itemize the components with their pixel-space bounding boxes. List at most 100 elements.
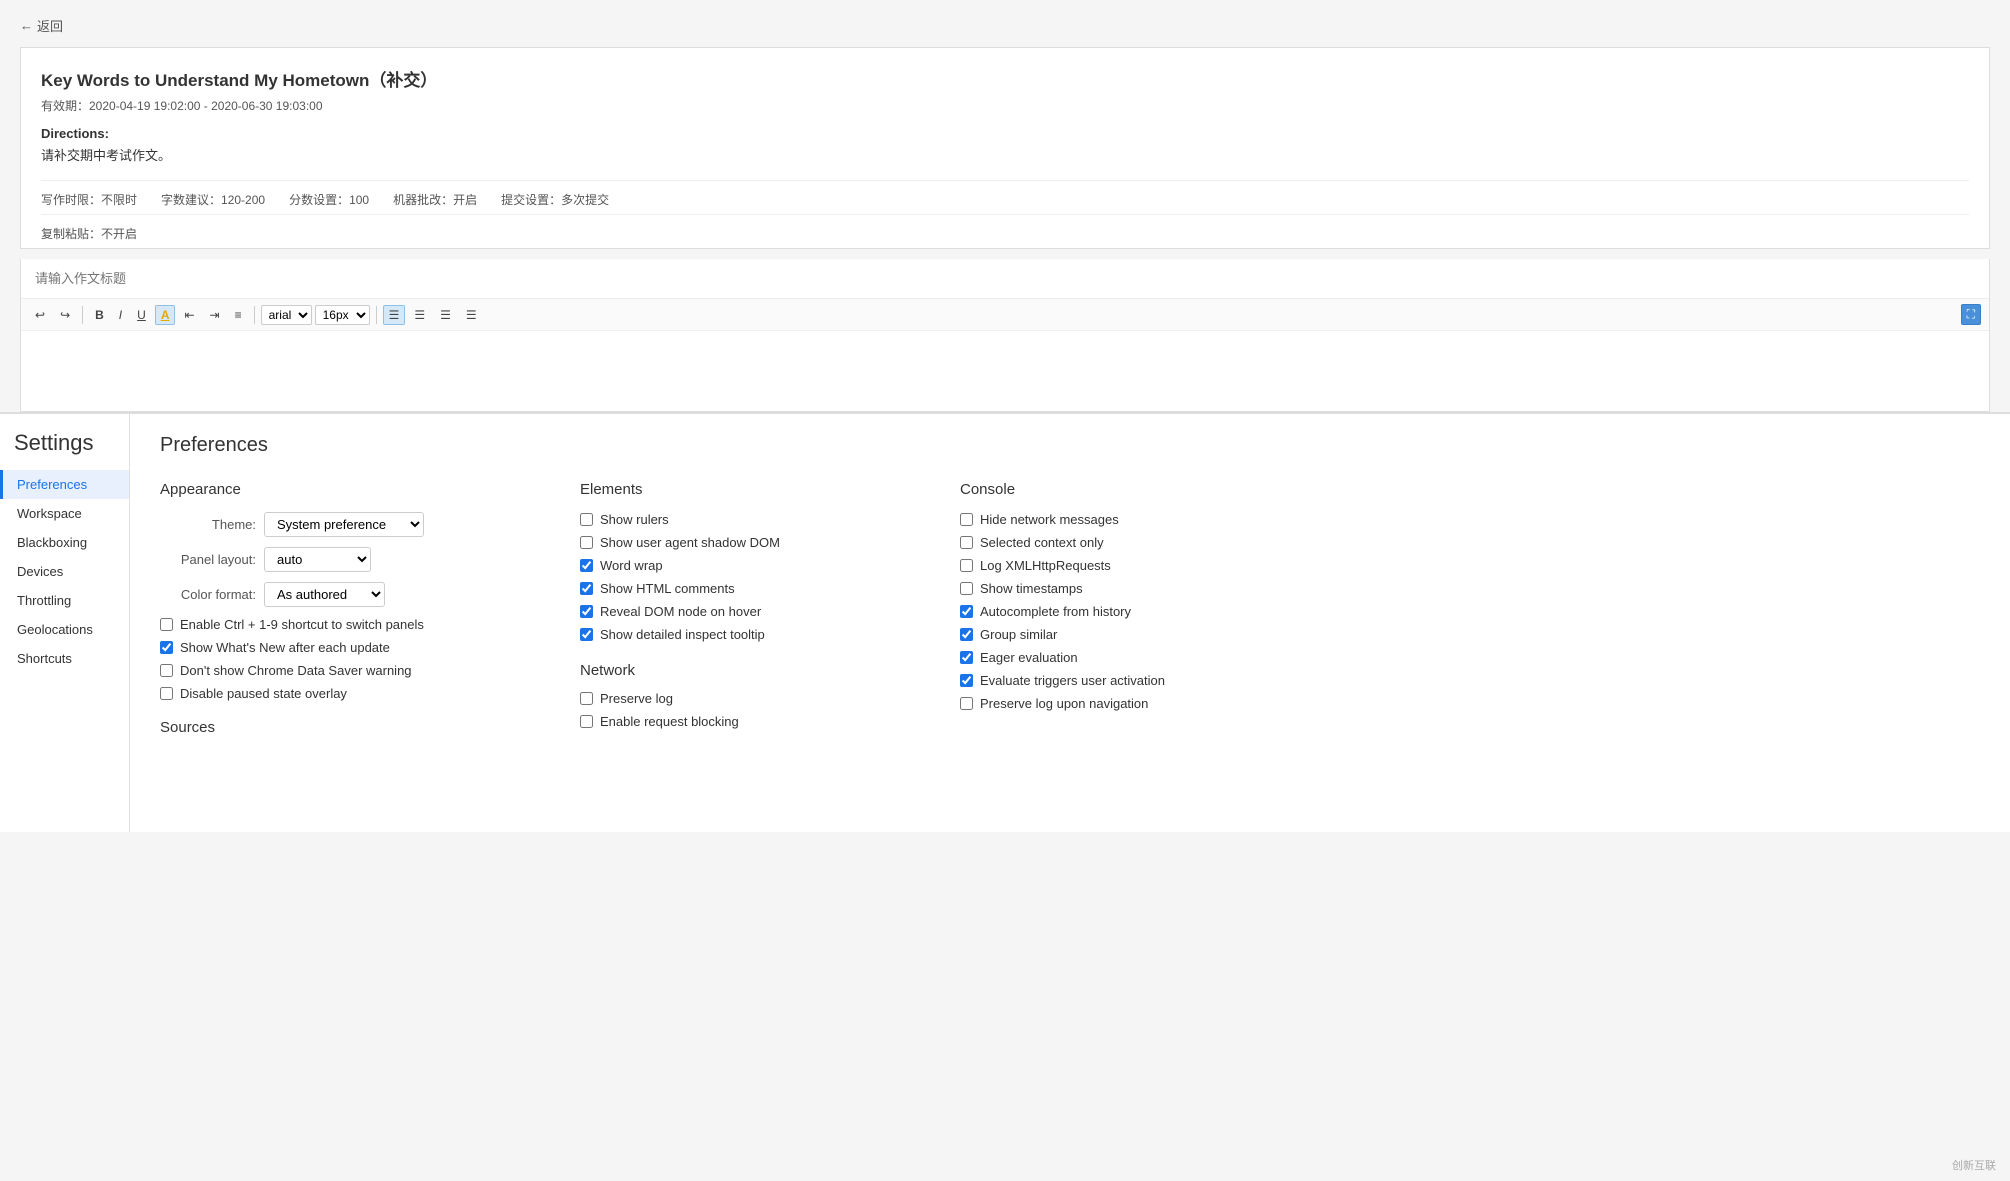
group-similar-checkbox[interactable]	[960, 628, 973, 641]
eval-triggers-label: Evaluate triggers user activation	[980, 673, 1165, 688]
meta-machine: 机器批改：开启	[393, 191, 477, 208]
appearance-title: Appearance	[160, 481, 540, 498]
sidebar-item-workspace[interactable]: Workspace	[0, 499, 129, 528]
back-link[interactable]: ← 返回	[0, 10, 2010, 41]
align-left-button[interactable]: ☰	[383, 305, 406, 325]
show-rulers-label: Show rulers	[600, 512, 669, 527]
panel-layout-select[interactable]: auto horizontal vertical	[264, 547, 371, 572]
appearance-col: Appearance Theme: System preference Ligh…	[160, 477, 580, 737]
reveal-dom-checkbox[interactable]	[580, 605, 593, 618]
panel-layout-row: Panel layout: auto horizontal vertical	[160, 547, 540, 572]
autocomplete-label: Autocomplete from history	[980, 604, 1131, 619]
fullscreen-button[interactable]: ⛶	[1961, 304, 1981, 325]
assignment-meta: 写作时限：不限时 字数建议：120-200 分数设置：100 机器批改：开启 提…	[41, 180, 1969, 214]
ctrl-shortcut-checkbox[interactable]	[160, 618, 173, 631]
data-saver-checkbox[interactable]	[160, 664, 173, 677]
whats-new-checkbox[interactable]	[160, 641, 173, 654]
indent-dec-button[interactable]: ⇤	[178, 305, 200, 325]
cb-preserve-log: Preserve log	[580, 691, 920, 706]
align-right-button[interactable]: ☰	[434, 305, 457, 325]
elements-col: Elements Show rulers Show user agent sha…	[580, 477, 960, 737]
hide-network-checkbox[interactable]	[960, 513, 973, 526]
log-xhr-checkbox[interactable]	[960, 559, 973, 572]
group-similar-label: Group similar	[980, 627, 1057, 642]
shadow-dom-checkbox[interactable]	[580, 536, 593, 549]
cb-inspect-tooltip: Show detailed inspect tooltip	[580, 627, 920, 642]
meta-time: 写作时限：不限时	[41, 191, 137, 208]
sidebar-item-throttling[interactable]: Throttling	[0, 586, 129, 615]
color-format-label: Color format:	[160, 587, 256, 602]
watermark: 创新互联	[1952, 1157, 1996, 1173]
eval-triggers-checkbox[interactable]	[960, 674, 973, 687]
meta-words: 字数建议：120-200	[161, 191, 265, 208]
word-wrap-checkbox[interactable]	[580, 559, 593, 572]
elements-title: Elements	[580, 481, 920, 498]
whats-new-label: Show What's New after each update	[180, 640, 390, 655]
autocomplete-checkbox[interactable]	[960, 605, 973, 618]
undo-button[interactable]: ↩	[29, 305, 51, 325]
cb-eager-eval: Eager evaluation	[960, 650, 1980, 665]
paused-overlay-label: Disable paused state overlay	[180, 686, 347, 701]
cb-autocomplete: Autocomplete from history	[960, 604, 1980, 619]
show-timestamps-checkbox[interactable]	[960, 582, 973, 595]
editor-title-input[interactable]	[21, 259, 1989, 299]
editor-area[interactable]: ↩ ↪ B I U A ⇤ ⇥ ≡ arial 16px ☰ ☰ ☰ ☰ ⛶	[20, 259, 1990, 412]
checkbox-paused-overlay: Disable paused state overlay	[160, 686, 540, 701]
eager-eval-checkbox[interactable]	[960, 651, 973, 664]
sidebar-item-preferences[interactable]: Preferences	[0, 470, 129, 499]
inspect-tooltip-checkbox[interactable]	[580, 628, 593, 641]
italic-button[interactable]: I	[113, 305, 128, 325]
paused-overlay-checkbox[interactable]	[160, 687, 173, 700]
html-comments-checkbox[interactable]	[580, 582, 593, 595]
show-rulers-checkbox[interactable]	[580, 513, 593, 526]
font-family-select[interactable]: arial	[261, 305, 312, 325]
assignment-date: 有效期：2020-04-19 19:02:00 - 2020-06-30 19:…	[41, 97, 1969, 114]
cb-html-comments: Show HTML comments	[580, 581, 920, 596]
network-title: Network	[580, 662, 920, 679]
console-col: Console Hide network messages Selected c…	[960, 477, 1980, 737]
meta-copy: 复制粘贴：不开启	[41, 225, 137, 242]
toolbar-sep-2	[254, 306, 255, 324]
cb-log-xhr: Log XMLHttpRequests	[960, 558, 1980, 573]
editor-content[interactable]	[21, 331, 1989, 411]
cb-reveal-dom: Reveal DOM node on hover	[580, 604, 920, 619]
checkbox-whats-new: Show What's New after each update	[160, 640, 540, 655]
assignment-title: Key Words to Understand My Hometown（补交）	[41, 66, 1969, 91]
eager-eval-label: Eager evaluation	[980, 650, 1078, 665]
selected-context-checkbox[interactable]	[960, 536, 973, 549]
directions-text: 请补交期中考试作文。	[41, 145, 1969, 164]
justify-button[interactable]: ☰	[460, 305, 483, 325]
sidebar-item-blackboxing[interactable]: Blackboxing	[0, 528, 129, 557]
redo-button[interactable]: ↪	[54, 305, 76, 325]
sidebar-item-shortcuts[interactable]: Shortcuts	[0, 644, 129, 673]
cb-show-timestamps: Show timestamps	[960, 581, 1980, 596]
color-format-select[interactable]: As authored HEX RGB HSL	[264, 582, 385, 607]
sidebar-item-devices[interactable]: Devices	[0, 557, 129, 586]
list-button[interactable]: ≡	[229, 305, 248, 325]
preserve-log-nav-checkbox[interactable]	[960, 697, 973, 710]
cb-request-blocking: Enable request blocking	[580, 714, 920, 729]
bold-button[interactable]: B	[89, 305, 110, 325]
console-title: Console	[960, 481, 1980, 498]
theme-select[interactable]: System preference Light Dark	[264, 512, 424, 537]
back-arrow-icon: ←	[20, 18, 33, 33]
indent-inc-button[interactable]: ⇥	[204, 305, 226, 325]
request-blocking-checkbox[interactable]	[580, 715, 593, 728]
cb-show-rulers: Show rulers	[580, 512, 920, 527]
sidebar-item-geolocations[interactable]: Geolocations	[0, 615, 129, 644]
preserve-log-checkbox[interactable]	[580, 692, 593, 705]
font-color-button[interactable]: A	[155, 305, 176, 325]
editor-toolbar: ↩ ↪ B I U A ⇤ ⇥ ≡ arial 16px ☰ ☰ ☰ ☰ ⛶	[21, 299, 1989, 331]
data-saver-label: Don't show Chrome Data Saver warning	[180, 663, 412, 678]
reveal-dom-label: Reveal DOM node on hover	[600, 604, 761, 619]
cb-shadow-dom: Show user agent shadow DOM	[580, 535, 920, 550]
sources-title: Sources	[160, 719, 540, 736]
selected-context-label: Selected context only	[980, 535, 1104, 550]
settings-sidebar: Settings Preferences Workspace Blackboxi…	[0, 414, 130, 832]
underline-button[interactable]: U	[131, 305, 152, 325]
font-size-select[interactable]: 16px	[315, 305, 370, 325]
align-center-button[interactable]: ☰	[408, 305, 431, 325]
cb-hide-network: Hide network messages	[960, 512, 1980, 527]
assignment-meta2: 复制粘贴：不开启	[41, 214, 1969, 248]
ctrl-shortcut-label: Enable Ctrl + 1-9 shortcut to switch pan…	[180, 617, 424, 632]
